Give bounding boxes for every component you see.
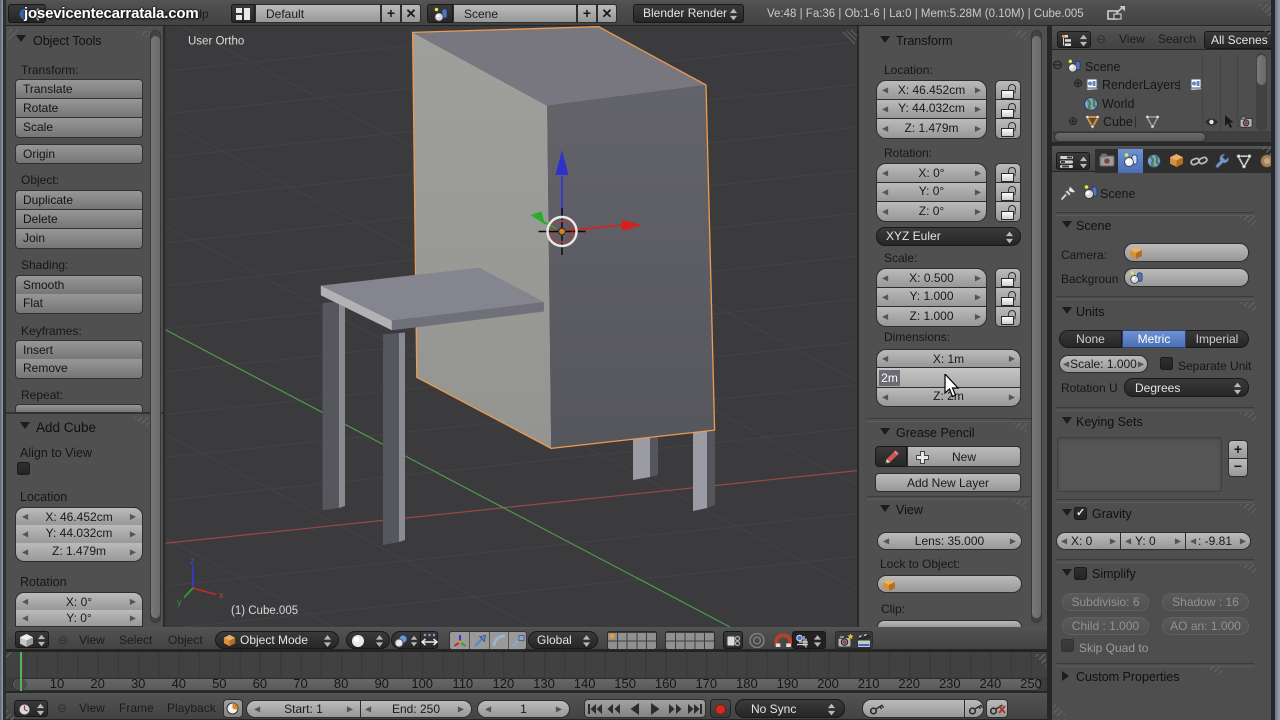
svg-text:y: y [177, 597, 182, 607]
svg-text:(1) Cube.005: (1) Cube.005 [231, 605, 298, 617]
svg-text:User Ortho: User Ortho [188, 36, 244, 48]
svg-text:x: x [219, 590, 224, 600]
svg-text:z: z [190, 556, 195, 566]
